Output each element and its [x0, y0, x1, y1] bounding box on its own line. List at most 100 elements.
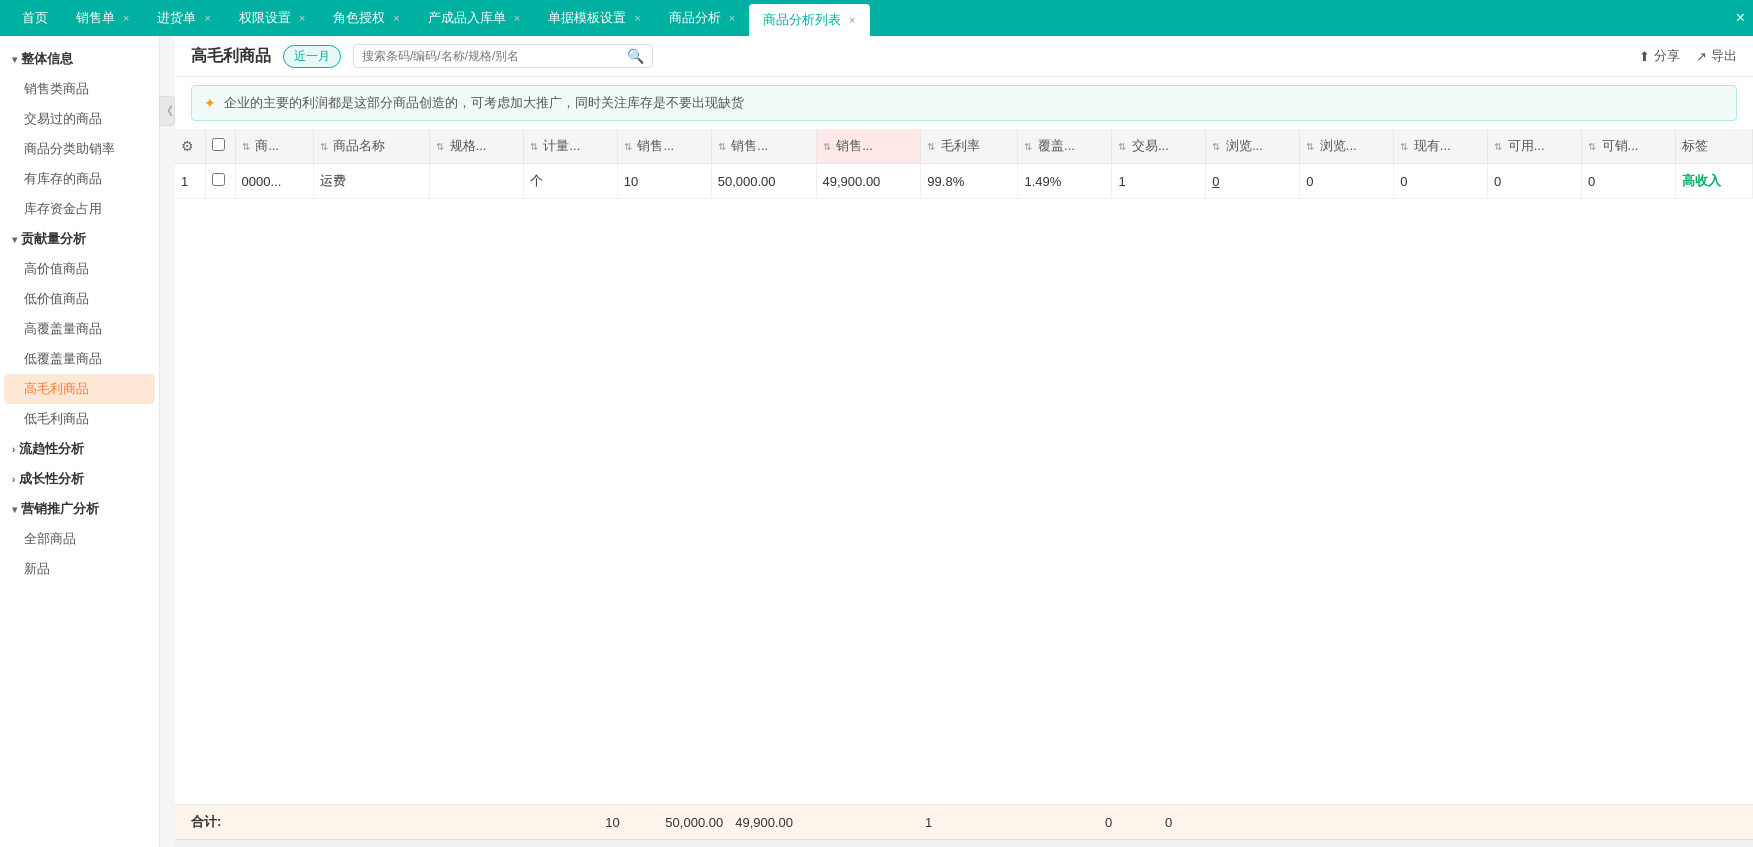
col-unit[interactable]: ⇅ 计量...	[523, 129, 617, 164]
arrow-icon-growth: ›	[12, 474, 15, 485]
row-spec	[429, 164, 523, 199]
row-trade: 1	[1112, 164, 1206, 199]
row-select-checkbox[interactable]	[212, 173, 225, 186]
sidebar: ▾ 整体信息 销售类商品 交易过的商品 商品分类助销率 有库存的商品 库存资金占…	[0, 36, 160, 847]
sidebar-item-new-goods[interactable]: 新品	[0, 554, 159, 584]
arrow-icon-marketing: ▾	[12, 504, 17, 515]
col-tag[interactable]: 标签	[1675, 129, 1752, 164]
sidebar-item-sales-goods[interactable]: 销售类商品	[0, 74, 159, 104]
col-sale-profit[interactable]: ⇅ 销售...	[816, 129, 921, 164]
sidebar-group-marketing[interactable]: ▾ 营销推广分析	[0, 494, 159, 524]
sidebar-item-category-rate[interactable]: 商品分类助销率	[0, 134, 159, 164]
sort-icon-margin: ⇅	[927, 141, 935, 152]
sidebar-group-overall[interactable]: ▾ 整体信息	[0, 44, 159, 74]
tab-analysis-list[interactable]: 商品分析列表 ×	[749, 4, 869, 36]
col-saleable[interactable]: ⇅ 可销...	[1581, 129, 1675, 164]
row-sale-amount: 50,000.00	[711, 164, 816, 199]
row-sale-profit: 49,900.00	[816, 164, 921, 199]
col-browse2[interactable]: ⇅ 浏览...	[1300, 129, 1394, 164]
tab-production[interactable]: 产成品入库单 ×	[414, 0, 534, 36]
sidebar-item-low-margin[interactable]: 低毛利商品	[0, 404, 159, 434]
footer-sale-qty: 10	[599, 815, 659, 830]
close-tab-template[interactable]: ×	[634, 12, 640, 24]
footer-label: 合计:	[191, 813, 221, 831]
search-icon[interactable]: 🔍	[627, 48, 644, 64]
sidebar-item-high-value[interactable]: 高价值商品	[0, 254, 159, 284]
arrow-icon-trend: ›	[12, 444, 15, 455]
gear-icon[interactable]: ⚙	[181, 138, 194, 154]
close-tab-roles[interactable]: ×	[393, 12, 399, 24]
col-trade[interactable]: ⇅ 交易...	[1112, 129, 1206, 164]
col-current-stock[interactable]: ⇅ 现有...	[1394, 129, 1488, 164]
select-all-checkbox[interactable]	[212, 138, 225, 151]
sort-icon-trade: ⇅	[1118, 141, 1126, 152]
sort-icon-saleable: ⇅	[1588, 141, 1596, 152]
tab-permissions[interactable]: 权限设置 ×	[225, 0, 319, 36]
tab-analysis[interactable]: 商品分析 ×	[655, 0, 749, 36]
col-code[interactable]: ⇅ 商...	[235, 129, 313, 164]
data-table: ⚙ ⇅ 商... ⇅ 商品名称	[175, 129, 1753, 199]
table-header-row: ⚙ ⇅ 商... ⇅ 商品名称	[175, 129, 1753, 164]
col-coverage[interactable]: ⇅ 覆盖...	[1018, 129, 1112, 164]
sort-icon-browse1: ⇅	[1212, 141, 1220, 152]
col-sale-amount[interactable]: ⇅ 销售...	[711, 129, 816, 164]
sidebar-collapse-button[interactable]: 《	[159, 96, 175, 126]
tab-sales[interactable]: 销售单 ×	[62, 0, 143, 36]
sidebar-item-traded-goods[interactable]: 交易过的商品	[0, 104, 159, 134]
close-tab-production[interactable]: ×	[514, 12, 520, 24]
col-spec[interactable]: ⇅ 规格...	[429, 129, 523, 164]
arrow-icon-contribution: ▾	[12, 234, 17, 245]
row-checkbox[interactable]	[205, 164, 235, 199]
sidebar-item-all-goods[interactable]: 全部商品	[0, 524, 159, 554]
filter-button[interactable]: 近一月	[283, 45, 341, 68]
arrow-icon: ▾	[12, 54, 17, 65]
close-tab-analysis[interactable]: ×	[729, 12, 735, 24]
col-sale-qty[interactable]: ⇅ 销售...	[617, 129, 711, 164]
horizontal-scrollbar[interactable]	[175, 839, 1753, 847]
close-tab-sales[interactable]: ×	[123, 12, 129, 24]
tab-purchase[interactable]: 进货单 ×	[143, 0, 224, 36]
sort-icon: ⇅	[242, 141, 250, 152]
share-icon: ⬆	[1639, 49, 1650, 64]
col-browse1[interactable]: ⇅ 浏览...	[1206, 129, 1300, 164]
sidebar-item-low-coverage[interactable]: 低覆盖量商品	[0, 344, 159, 374]
sidebar-item-high-coverage[interactable]: 高覆盖量商品	[0, 314, 159, 344]
sort-icon-saleamt: ⇅	[718, 141, 726, 152]
close-tab-analysis-list[interactable]: ×	[849, 14, 855, 26]
content-area: 高毛利商品 近一月 🔍 ⬆ 分享 ↗ 导出 ✦ 企业的主要的利润都是这部分商品创…	[175, 36, 1753, 847]
search-input[interactable]	[362, 49, 621, 63]
sidebar-item-low-value[interactable]: 低价值商品	[0, 284, 159, 314]
close-tab-permissions[interactable]: ×	[299, 12, 305, 24]
sidebar-group-contribution[interactable]: ▾ 贡献量分析	[0, 224, 159, 254]
sidebar-group-trend[interactable]: › 流趋性分析	[0, 434, 159, 464]
sidebar-item-stock-goods[interactable]: 有库存的商品	[0, 164, 159, 194]
sort-icon-stock: ⇅	[1400, 141, 1408, 152]
col-available[interactable]: ⇅ 可用...	[1488, 129, 1582, 164]
export-button[interactable]: ↗ 导出	[1696, 47, 1737, 65]
close-tab-purchase[interactable]: ×	[204, 12, 210, 24]
row-code: 0000...	[235, 164, 313, 199]
row-name: 运费	[313, 164, 429, 199]
sidebar-item-high-margin[interactable]: 高毛利商品	[4, 374, 155, 404]
sort-icon-saleqty: ⇅	[624, 141, 632, 152]
sort-icon-spec: ⇅	[436, 141, 444, 152]
tab-roles[interactable]: 角色授权 ×	[319, 0, 413, 36]
col-gross-margin[interactable]: ⇅ 毛利率	[921, 129, 1018, 164]
row-gross-margin: 99.8%	[921, 164, 1018, 199]
footer-sale-amount: 50,000.00	[659, 815, 729, 830]
col-gear[interactable]: ⚙	[175, 129, 205, 164]
sidebar-group-growth[interactable]: › 成长性分析	[0, 464, 159, 494]
sort-icon-name: ⇅	[320, 141, 328, 152]
tab-home[interactable]: 首页	[8, 0, 62, 36]
row-browse1[interactable]: 0	[1206, 164, 1300, 199]
tab-template[interactable]: 单据模板设置 ×	[534, 0, 654, 36]
main-layout: ▾ 整体信息 销售类商品 交易过的商品 商品分类助销率 有库存的商品 库存资金占…	[0, 36, 1753, 847]
content-header: 高毛利商品 近一月 🔍 ⬆ 分享 ↗ 导出	[175, 36, 1753, 77]
col-name[interactable]: ⇅ 商品名称	[313, 129, 429, 164]
close-all-tabs[interactable]: ×	[1736, 9, 1745, 27]
share-button[interactable]: ⬆ 分享	[1639, 47, 1680, 65]
sidebar-item-stock-funds[interactable]: 库存资金占用	[0, 194, 159, 224]
info-banner: ✦ 企业的主要的利润都是这部分商品创造的，可考虑加大推广，同时关注库存是不要出现…	[191, 85, 1737, 121]
row-unit: 个	[523, 164, 617, 199]
footer-sale-profit: 49,900.00	[729, 815, 799, 830]
